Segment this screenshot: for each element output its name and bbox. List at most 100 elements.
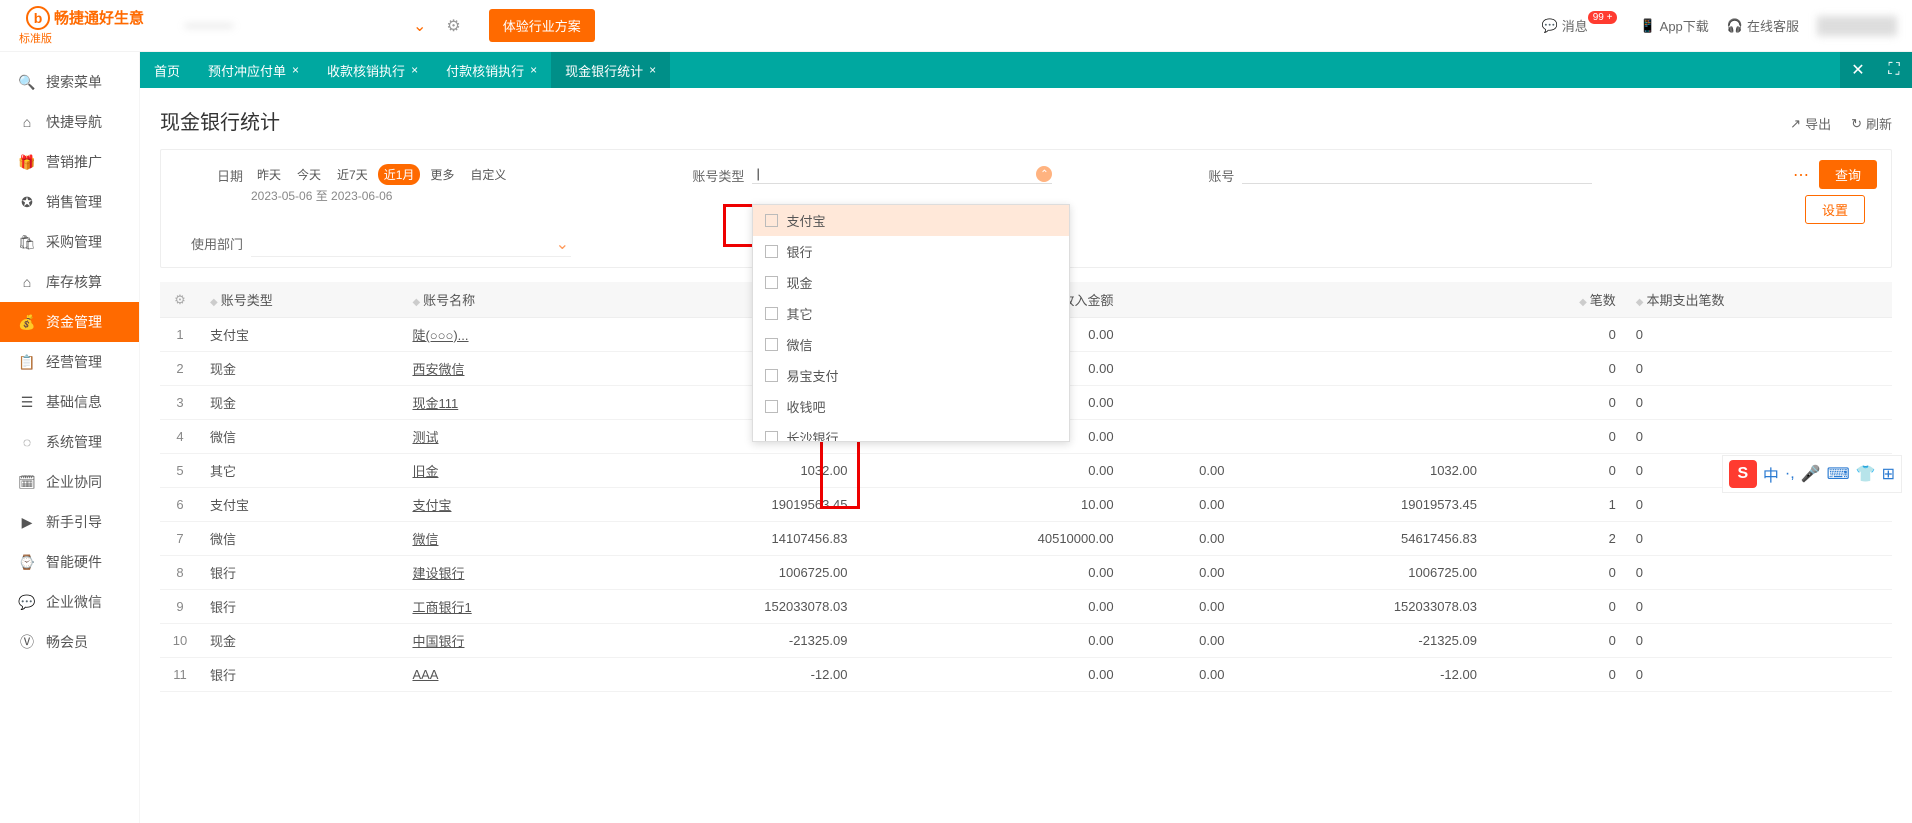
checkbox[interactable] [765,338,778,351]
online-service-link[interactable]: 🎧 在线客服 [1727,16,1799,35]
dropdown-option[interactable]: 支付宝 [753,205,1069,236]
tab-close-icon[interactable]: × [530,63,537,77]
ime-grid-icon[interactable]: ⊞ [1882,464,1895,484]
org-name: ——— [185,17,233,35]
account-name-link[interactable]: 陡(○○○)... [412,328,468,343]
dropdown-option[interactable]: 收钱吧 [753,391,1069,422]
sidebar: 🔍 搜索菜单 ⌂快捷导航🎁营销推广✪销售管理🛍采购管理⌂库存核算💰资金管理📋经营管理… [0,52,140,823]
sidebar-item-sales[interactable]: ✪销售管理 [0,182,139,222]
ime-lang[interactable]: 中 [1763,462,1779,486]
checkbox[interactable] [765,214,778,227]
tab-close-icon[interactable]: × [649,63,656,77]
account-name-link[interactable]: 现金111 [412,396,458,411]
search-menu-icon: 🔍 [18,74,36,91]
account-name-link[interactable]: 测试 [412,430,438,445]
col-account-name[interactable]: ◆账号名称 [402,282,604,318]
dept-label: 使用部门 [181,232,251,253]
sidebar-item-label: 快捷导航 [46,112,102,132]
checkbox[interactable] [765,369,778,382]
account-name-link[interactable]: 建设银行 [412,566,464,581]
dropdown-option[interactable]: 其它 [753,298,1069,329]
sidebar-item-marketing[interactable]: 🎁营销推广 [0,142,139,182]
ime-logo-icon[interactable]: S [1729,460,1757,488]
date-chip[interactable]: 自定义 [464,164,512,185]
sidebar-item-hardware[interactable]: ⌚智能硬件 [0,542,139,582]
ime-skin-icon[interactable]: 👕 [1856,464,1876,484]
date-chip[interactable]: 近1月 [378,164,421,185]
funds-icon: 💰 [18,314,36,331]
sidebar-item-purchase[interactable]: 🛍采购管理 [0,222,139,262]
col-out-count[interactable]: ◆本期支出笔数 [1626,282,1892,318]
checkbox[interactable] [765,431,778,442]
tab[interactable]: 首页 [140,52,194,88]
tab-close-all-icon[interactable]: ✕ [1840,52,1876,88]
sidebar-item-label: 新手引导 [46,512,102,532]
tab[interactable]: 预付冲应付单× [194,52,313,88]
user-avatar[interactable] [1817,16,1897,36]
account-field[interactable] [1242,164,1592,184]
sidebar-item-guide[interactable]: ▶新手引导 [0,502,139,542]
tab-close-icon[interactable]: × [292,63,299,77]
tab[interactable]: 现金银行统计× [551,52,670,88]
chevron-down-icon[interactable]: ⌄ [556,234,569,254]
sidebar-item-search-menu[interactable]: 🔍 搜索菜单 [0,62,139,102]
tab-fullscreen-icon[interactable]: ⛶ [1876,52,1912,88]
sidebar-item-operation[interactable]: 📋经营管理 [0,342,139,382]
sidebar-item-collab[interactable]: 🗓企业协同 [0,462,139,502]
sidebar-item-inventory[interactable]: ⌂库存核算 [0,262,139,302]
checkbox[interactable] [765,245,778,258]
sidebar-item-funds[interactable]: 💰资金管理 [0,302,139,342]
account-name-link[interactable]: 旧金 [412,464,438,479]
sidebar-item-label: 搜索菜单 [46,72,102,92]
checkbox[interactable] [765,276,778,289]
sidebar-item-system[interactable]: ◌系统管理 [0,422,139,462]
trial-button[interactable]: 体验行业方案 [489,9,595,42]
account-name-link[interactable]: 西安微信 [412,362,464,377]
dropdown-option[interactable]: 微信 [753,329,1069,360]
dropdown-option[interactable]: 长沙银行 [753,422,1069,442]
date-range-text: 2023-05-06 至 2023-06-06 [251,187,512,204]
sidebar-item-quick-nav[interactable]: ⌂快捷导航 [0,102,139,142]
ime-mic-icon[interactable]: 🎤 [1801,464,1821,484]
ime-keyboard-icon[interactable]: ⌨ [1827,464,1850,484]
account-type-dropdown[interactable]: 支付宝银行现金其它微信易宝支付收钱吧长沙银行 [752,204,1070,442]
ime-punct[interactable]: ·, [1785,465,1795,483]
dropdown-option[interactable]: 现金 [753,267,1069,298]
col-account-type[interactable]: ◆账号类型 [200,282,402,318]
account-name-link[interactable]: AAA [412,667,438,682]
messages-link[interactable]: 💬 消息 99 + [1542,16,1622,35]
account-name-link[interactable]: 中国银行 [412,634,464,649]
dept-field[interactable]: ⌄ [251,232,571,257]
tab-close-icon[interactable]: × [411,63,418,77]
export-button[interactable]: ↗ 导出 [1790,114,1831,133]
app-download-link[interactable]: 📱 App下载 [1639,16,1708,35]
checkbox[interactable] [765,307,778,320]
more-icon[interactable]: ⋯ [1793,165,1809,185]
date-chip[interactable]: 今天 [291,164,327,185]
chevron-up-icon[interactable]: ⌃ [1036,166,1052,182]
checkbox[interactable] [765,400,778,413]
dropdown-option[interactable]: 易宝支付 [753,360,1069,391]
sidebar-item-wechat[interactable]: 💬企业微信 [0,582,139,622]
refresh-button[interactable]: ↻ 刷新 [1851,114,1892,133]
settings-button[interactable]: 设置 [1805,195,1865,224]
date-chip[interactable]: 昨天 [251,164,287,185]
account-name-link[interactable]: 微信 [412,532,438,547]
gear-icon[interactable]: ⚙ [446,16,460,36]
account-name-link[interactable]: 支付宝 [412,498,451,513]
table-row: 9银行工商银行1152033078.030.000.00152033078.03… [160,590,1892,624]
dropdown-option[interactable]: 银行 [753,236,1069,267]
account-name-link[interactable]: 工商银行1 [412,600,471,615]
tab[interactable]: 收款核销执行× [313,52,432,88]
sidebar-item-basic[interactable]: ☰基础信息 [0,382,139,422]
query-button[interactable]: 查询 [1819,160,1877,189]
account-type-field[interactable]: | ⌃ 支付宝银行现金其它微信易宝支付收钱吧长沙银行 [752,164,1052,184]
date-chip[interactable]: 更多 [424,164,460,185]
col-count[interactable]: ◆笔数 [1487,282,1626,318]
table-settings-icon[interactable]: ⚙ [160,282,200,318]
sidebar-item-member[interactable]: Ⓥ畅会员 [0,622,139,662]
tab[interactable]: 付款核销执行× [432,52,551,88]
date-chip[interactable]: 近7天 [331,164,374,185]
table-row: 8银行建设银行1006725.000.000.001006725.0000 [160,556,1892,590]
org-dropdown-icon[interactable]: ⌄ [413,16,426,36]
